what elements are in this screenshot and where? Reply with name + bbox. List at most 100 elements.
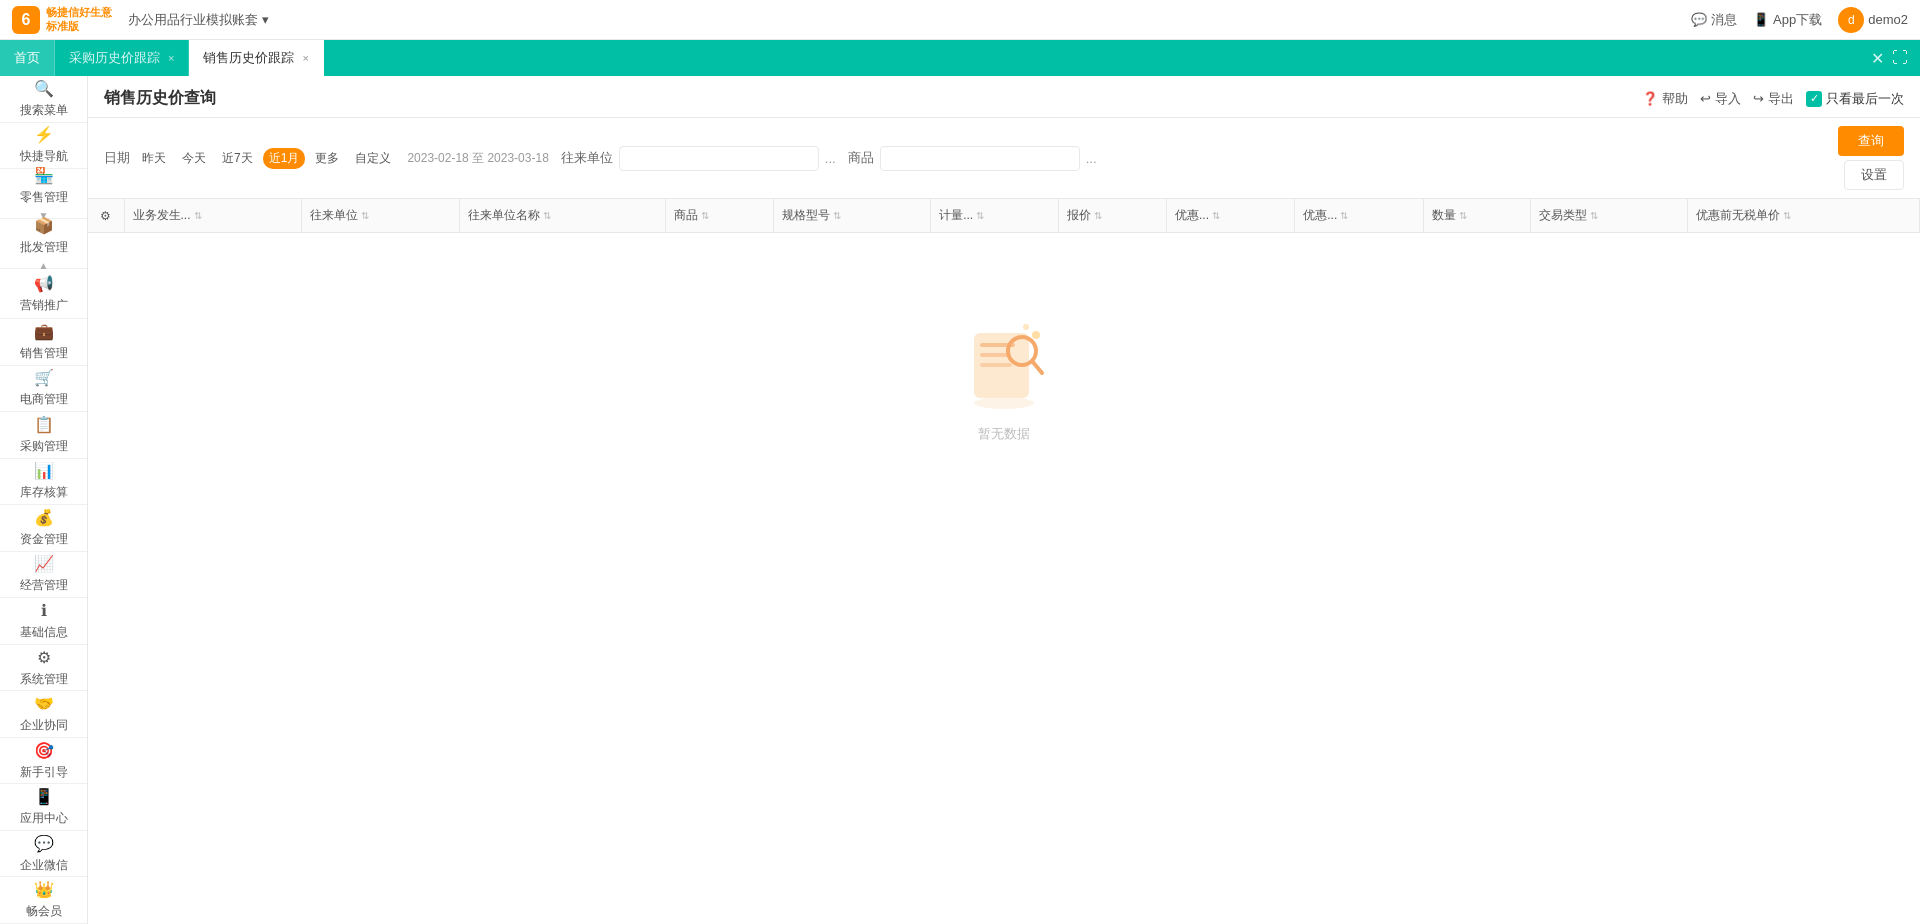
col-goods-label: 商品 bbox=[674, 207, 698, 224]
sidebar-item-wholesale-mgmt[interactable]: 📦 批发管理 ▲ bbox=[0, 219, 87, 269]
sidebar: 🔍 搜索菜单 ⚡ 快捷导航 🏪 零售管理 ▼ 📦 批发管理 ▲ 📢 营销推广 💼… bbox=[0, 76, 88, 924]
sidebar-item-system-mgmt[interactable]: ⚙ 系统管理 bbox=[0, 645, 87, 692]
main-layout: 🔍 搜索菜单 ⚡ 快捷导航 🏪 零售管理 ▼ 📦 批发管理 ▲ 📢 营销推广 💼… bbox=[0, 76, 1920, 924]
svg-point-0 bbox=[974, 397, 1034, 409]
import-button[interactable]: ↩ 导入 bbox=[1700, 90, 1741, 108]
col-quote[interactable]: 报价 ⇅ bbox=[1059, 199, 1167, 233]
help-button[interactable]: ❓ 帮助 bbox=[1642, 90, 1688, 108]
user-profile[interactable]: d demo2 bbox=[1838, 7, 1908, 33]
col-trade-type[interactable]: 交易类型 ⇅ bbox=[1531, 199, 1688, 233]
sidebar-item-marketing[interactable]: 📢 营销推广 bbox=[0, 269, 87, 319]
collab-icon: 🤝 bbox=[34, 694, 54, 713]
sidebar-item-quick-nav[interactable]: ⚡ 快捷导航 bbox=[0, 123, 87, 170]
top-bar-left: 6 畅捷信好生意 标准版 办公用品行业模拟账套 ▾ bbox=[12, 6, 277, 34]
col-partner-name[interactable]: 往来单位名称 ⇅ bbox=[459, 199, 666, 233]
svg-point-8 bbox=[1023, 324, 1029, 330]
tab-home[interactable]: 首页 bbox=[0, 40, 55, 76]
sidebar-item-enterprise-collab[interactable]: 🤝 企业协同 bbox=[0, 691, 87, 738]
filter-action-area: 查询 设置 bbox=[1838, 126, 1904, 190]
logo-text: 畅捷信好生意 标准版 bbox=[46, 6, 112, 32]
guide-icon: 🎯 bbox=[34, 741, 54, 760]
svg-point-7 bbox=[1032, 331, 1040, 339]
purchase-history-tab-close[interactable]: × bbox=[168, 52, 174, 64]
date-btn-custom[interactable]: 自定义 bbox=[349, 148, 397, 169]
svg-rect-3 bbox=[980, 353, 1008, 357]
goods-input[interactable] bbox=[880, 146, 1080, 171]
close-tab-btn[interactable]: ✕ bbox=[1871, 49, 1884, 68]
empty-icon bbox=[954, 313, 1054, 413]
logo-icon: 6 bbox=[12, 6, 40, 34]
inventory-icon: 📊 bbox=[34, 461, 54, 480]
date-btn-1month[interactable]: 近1月 bbox=[263, 148, 306, 169]
sidebar-label-quick-nav: 快捷导航 bbox=[20, 148, 68, 165]
app-selector-name: 办公用品行业模拟账套 bbox=[128, 11, 258, 29]
sidebar-item-retail-mgmt[interactable]: 🏪 零售管理 ▼ bbox=[0, 169, 87, 219]
app-download-button[interactable]: 📱 App下载 bbox=[1753, 11, 1822, 29]
tab-sales-history[interactable]: 销售历史价跟踪 × bbox=[189, 40, 323, 76]
date-btn-7days[interactable]: 近7天 bbox=[216, 148, 259, 169]
sidebar-item-enterprise-wechat[interactable]: 💬 企业微信 bbox=[0, 831, 87, 878]
ecommerce-icon: 🛒 bbox=[34, 368, 54, 387]
sort-icon-pre-tax-price: ⇅ bbox=[1783, 210, 1791, 221]
marketing-icon: 📢 bbox=[34, 274, 54, 293]
sidebar-label-app-center: 应用中心 bbox=[20, 810, 68, 827]
sort-icon-goods: ⇅ bbox=[701, 210, 709, 221]
partner-input[interactable] bbox=[619, 146, 819, 171]
help-icon: ❓ bbox=[1642, 91, 1658, 106]
settings-button[interactable]: 设置 bbox=[1844, 160, 1904, 190]
col-unit[interactable]: 计量... ⇅ bbox=[931, 199, 1059, 233]
col-spec[interactable]: 规格型号 ⇅ bbox=[773, 199, 930, 233]
tab-bar: 首页 采购历史价跟踪 × 销售历史价跟踪 × ✕ ⛶ bbox=[0, 40, 1920, 76]
col-goods[interactable]: 商品 ⇅ bbox=[666, 199, 774, 233]
col-settings[interactable]: ⚙ bbox=[88, 199, 124, 233]
sidebar-label-purchase-mgmt: 采购管理 bbox=[20, 438, 68, 455]
sidebar-label-finance-mgmt: 资金管理 bbox=[20, 531, 68, 548]
tab-purchase-history[interactable]: 采购历史价跟踪 × bbox=[55, 40, 189, 76]
app-center-icon: 📱 bbox=[34, 787, 54, 806]
sales-icon: 💼 bbox=[34, 322, 54, 341]
col-biz-date[interactable]: 业务发生... ⇅ bbox=[124, 199, 302, 233]
date-label: 日期 bbox=[104, 149, 130, 167]
date-btn-more[interactable]: 更多 bbox=[309, 148, 345, 169]
date-btn-today[interactable]: 今天 bbox=[176, 148, 212, 169]
col-partner-code[interactable]: 往来单位 ⇅ bbox=[302, 199, 459, 233]
sidebar-item-member-club[interactable]: 👑 畅会员 bbox=[0, 877, 87, 924]
sidebar-item-app-center[interactable]: 📱 应用中心 bbox=[0, 784, 87, 831]
goods-dots: ... bbox=[1086, 151, 1097, 166]
col-spec-label: 规格型号 bbox=[782, 207, 830, 224]
col-quote-label: 报价 bbox=[1067, 207, 1091, 224]
sidebar-item-basic-info[interactable]: ℹ 基础信息 bbox=[0, 598, 87, 645]
sidebar-item-finance-mgmt[interactable]: 💰 资金管理 bbox=[0, 505, 87, 552]
page-header-actions: ❓ 帮助 ↩ 导入 ↪ 导出 ✓ 只看最后一次 bbox=[1642, 90, 1904, 108]
export-icon: ↪ bbox=[1753, 91, 1764, 106]
sort-icon-partner-code: ⇅ bbox=[361, 210, 369, 221]
sort-icon-partner-name: ⇅ bbox=[543, 210, 551, 221]
sort-icon-discount1: ⇅ bbox=[1212, 210, 1220, 221]
sidebar-item-sales-mgmt[interactable]: 💼 销售管理 bbox=[0, 319, 87, 366]
sales-history-tab-close[interactable]: × bbox=[302, 52, 308, 64]
sidebar-item-search-menu[interactable]: 🔍 搜索菜单 bbox=[0, 76, 87, 123]
app-selector[interactable]: 办公用品行业模拟账套 ▾ bbox=[120, 7, 277, 33]
sidebar-item-new-guide[interactable]: 🎯 新手引导 bbox=[0, 738, 87, 785]
sidebar-item-ecommerce-mgmt[interactable]: 🛒 电商管理 bbox=[0, 366, 87, 413]
sidebar-item-operations-mgmt[interactable]: 📈 经营管理 bbox=[0, 552, 87, 599]
phone-icon: 📱 bbox=[1753, 12, 1769, 27]
message-button[interactable]: 💬 消息 bbox=[1691, 11, 1737, 29]
col-qty[interactable]: 数量 ⇅ bbox=[1423, 199, 1531, 233]
sidebar-item-inventory-check[interactable]: 📊 库存核算 bbox=[0, 459, 87, 506]
export-button[interactable]: ↪ 导出 bbox=[1753, 90, 1794, 108]
col-discount1[interactable]: 优惠... ⇅ bbox=[1166, 199, 1294, 233]
col-pre-tax-price[interactable]: 优惠前无税单价 ⇅ bbox=[1688, 199, 1920, 233]
sidebar-item-purchase-mgmt[interactable]: 📋 采购管理 bbox=[0, 412, 87, 459]
sidebar-label-operations-mgmt: 经营管理 bbox=[20, 577, 68, 594]
fullscreen-btn[interactable]: ⛶ bbox=[1892, 49, 1908, 67]
sidebar-label-member-club: 畅会员 bbox=[26, 903, 62, 920]
col-discount2[interactable]: 优惠... ⇅ bbox=[1295, 199, 1423, 233]
only-last-checkbox[interactable]: ✓ 只看最后一次 bbox=[1806, 90, 1904, 108]
query-button[interactable]: 查询 bbox=[1838, 126, 1904, 156]
date-btn-yesterday[interactable]: 昨天 bbox=[136, 148, 172, 169]
sidebar-label-marketing: 营销推广 bbox=[20, 297, 68, 314]
operations-icon: 📈 bbox=[34, 554, 54, 573]
sales-history-tab-label: 销售历史价跟踪 bbox=[203, 49, 294, 67]
table-header: ⚙ 业务发生... ⇅ 往来单位 ⇅ bbox=[88, 199, 1920, 233]
